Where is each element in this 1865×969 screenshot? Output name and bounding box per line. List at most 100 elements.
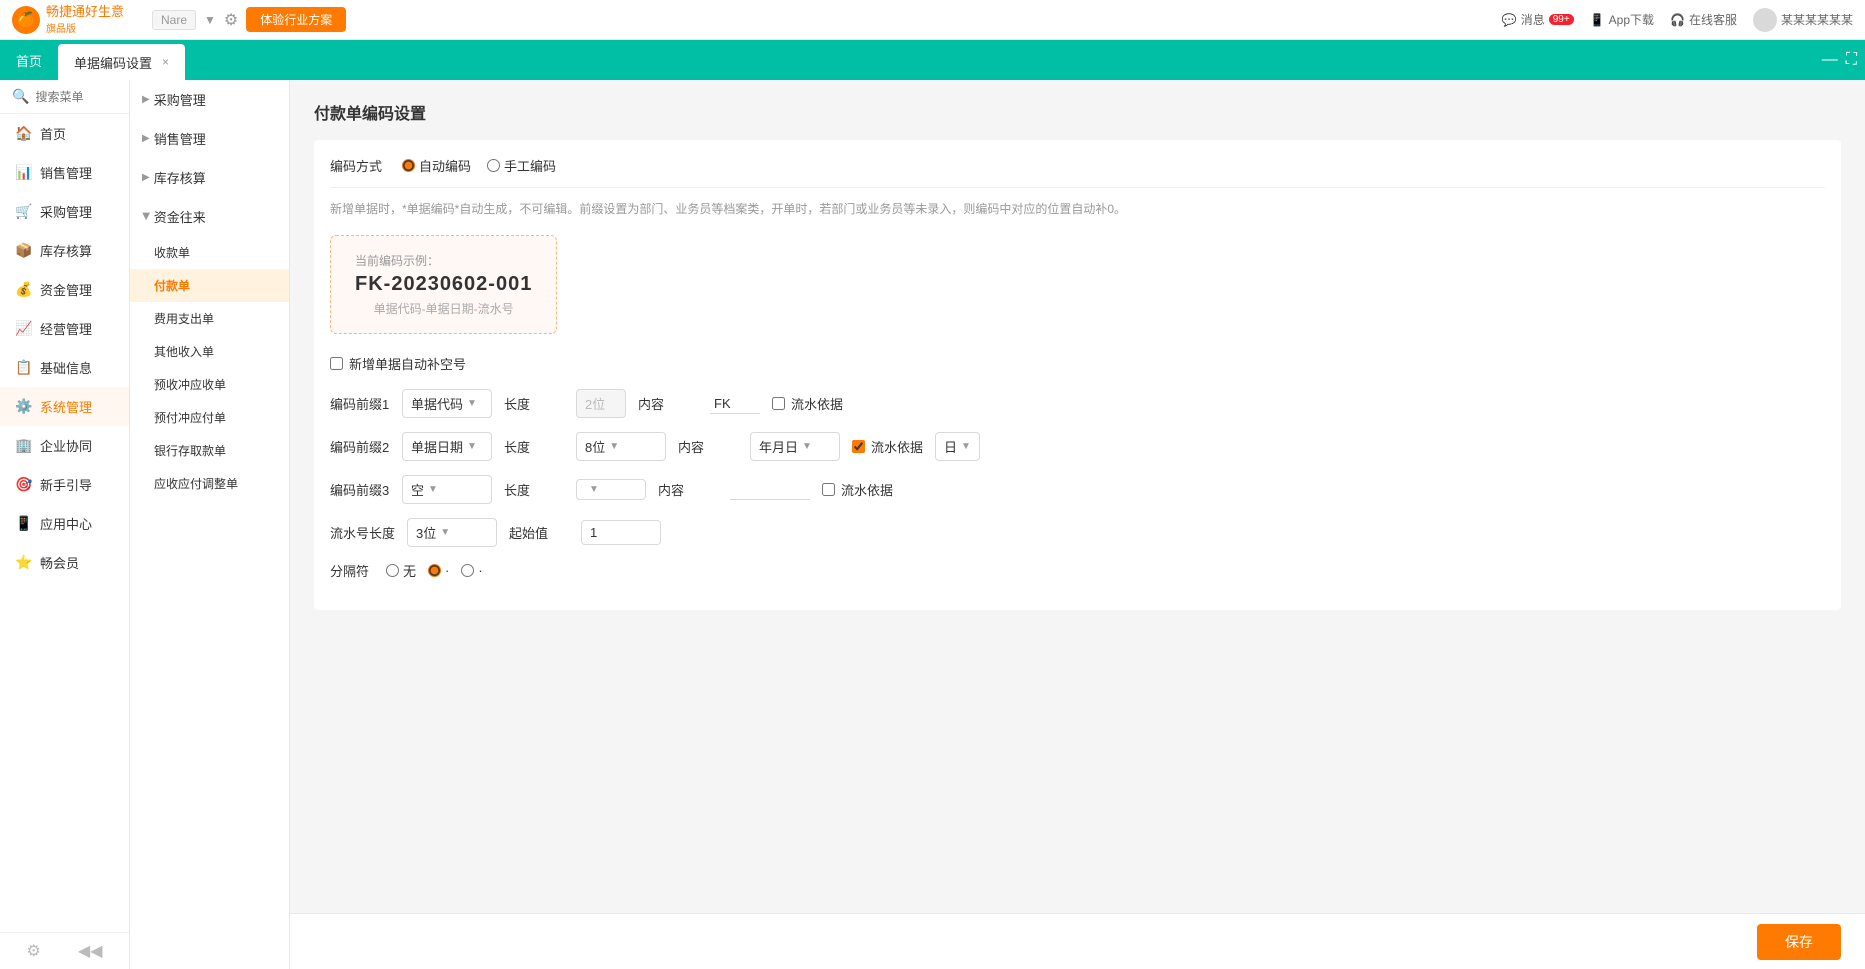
- content2-label: 内容: [678, 437, 738, 456]
- serial-length-arrow: ▼: [440, 527, 450, 538]
- sidebar-item-newbie[interactable]: 🎯 新手引导: [0, 465, 129, 504]
- manual-code-input[interactable]: [487, 159, 500, 172]
- sidebar-item-home[interactable]: 🏠 首页: [0, 114, 129, 153]
- subsidebar-item-receipt[interactable]: 收款单: [130, 236, 289, 269]
- code-example-box: 当前编码示例： FK-20230602-001 单据代码-单据日期-流水号: [330, 235, 557, 334]
- operations-icon: 📈: [16, 321, 32, 337]
- subsidebar-item-payment[interactable]: 付款单: [130, 269, 289, 302]
- subsidebar-group-sales-header[interactable]: ▶ 销售管理: [130, 119, 289, 158]
- subsidebar-item-ar-ap-adjust[interactable]: 应收应付调整单: [130, 467, 289, 500]
- serial3-checkbox[interactable]: [822, 483, 835, 496]
- serial-length-select[interactable]: 3位 ▼: [407, 518, 497, 547]
- subsidebar-group-capital-header[interactable]: ▶ 资金往来: [130, 197, 289, 236]
- sidebar-item-purchase[interactable]: 🛒 采购管理: [0, 192, 129, 231]
- serial2-checkbox[interactable]: [852, 440, 865, 453]
- message-item[interactable]: 💬 消息 99+: [1502, 11, 1574, 28]
- subsidebar-item-other-income[interactable]: 其他收入单: [130, 335, 289, 368]
- content1-input[interactable]: [710, 394, 760, 414]
- logo-subtitle: 旗品版: [46, 20, 124, 35]
- user-info[interactable]: 某某某某某某: [1753, 8, 1853, 32]
- settings-bottom-icon[interactable]: ⚙: [27, 941, 41, 961]
- day2-select[interactable]: 日 ▼: [935, 432, 980, 461]
- sidebar-item-label-system: 系统管理: [40, 397, 92, 416]
- auto-code-radio[interactable]: 自动编码: [402, 156, 471, 175]
- length1-label: 长度: [504, 394, 564, 413]
- content3-input[interactable]: [730, 480, 810, 500]
- search-input[interactable]: [35, 90, 117, 104]
- sidebar-item-enterprise[interactable]: 🏢 企业协同: [0, 426, 129, 465]
- sidebar-item-label-enterprise: 企业协同: [40, 436, 92, 455]
- serial3-check-label[interactable]: 流水依据: [822, 480, 893, 499]
- page-title: 付款单编码设置: [314, 100, 1841, 124]
- sidebar-item-label-home: 首页: [40, 124, 66, 143]
- serial1-check-label[interactable]: 流水依据: [772, 394, 843, 413]
- sep-dot-input[interactable]: [428, 564, 441, 577]
- sidebar-item-inventory[interactable]: 📦 库存核算: [0, 231, 129, 270]
- sidebar-item-finance[interactable]: 💰 资金管理: [0, 270, 129, 309]
- length2-select[interactable]: 8位 ▼: [576, 432, 666, 461]
- prefix1-select[interactable]: 单据代码 ▼: [402, 389, 492, 418]
- tab-close-icon[interactable]: ×: [162, 55, 169, 69]
- bottom-bar: 保存: [290, 913, 1865, 969]
- settings-icon[interactable]: ⚙: [224, 10, 238, 30]
- sidebar-item-system[interactable]: ⚙️ 系统管理: [0, 387, 129, 426]
- sep-dash-radio[interactable]: ·: [461, 563, 482, 578]
- encode-type-radio-group: 自动编码 手工编码: [402, 156, 556, 175]
- tab-encode-settings[interactable]: 单据编码设置 ×: [58, 44, 185, 80]
- prefix3-select[interactable]: 空 ▼: [402, 475, 492, 504]
- length3-select[interactable]: ▼: [576, 479, 646, 500]
- auto-code-input[interactable]: [402, 159, 415, 172]
- prefix2-select[interactable]: 单据日期 ▼: [402, 432, 492, 461]
- manual-code-radio[interactable]: 手工编码: [487, 156, 556, 175]
- sidebar-search-container[interactable]: 🔍: [0, 80, 129, 114]
- length3-label: 长度: [504, 480, 564, 499]
- subsidebar-group-purchase-header[interactable]: ▶ 采购管理: [130, 80, 289, 119]
- code-example-sub: 单据代码-单据日期-流水号: [355, 300, 532, 317]
- sep-none-input[interactable]: [386, 564, 399, 577]
- message-icon: 💬: [1502, 13, 1517, 27]
- search-icon: 🔍: [12, 88, 29, 105]
- sidebar-item-operations[interactable]: 📈 经营管理: [0, 309, 129, 348]
- serial-length-row: 流水号长度 3位 ▼ 起始值: [330, 518, 1825, 547]
- sidebar-item-apps[interactable]: 📱 应用中心: [0, 504, 129, 543]
- content2-select[interactable]: 年月日 ▼: [750, 432, 840, 461]
- serial1-checkbox[interactable]: [772, 397, 785, 410]
- sidebar-item-sales[interactable]: 📊 销售管理: [0, 153, 129, 192]
- auto-fill-checkbox[interactable]: [330, 357, 343, 370]
- sidebar: 🔍 🏠 首页 📊 销售管理 🛒 采购管理 📦 库存核算 💰 资金管理 📈 经营管…: [0, 80, 130, 969]
- sep-dash-input[interactable]: [461, 564, 474, 577]
- industry-btn[interactable]: 体验行业方案: [246, 7, 346, 32]
- subsidebar-item-bank-deposit[interactable]: 银行存取款单: [130, 434, 289, 467]
- app-download-item[interactable]: 📱 App下载: [1590, 11, 1654, 28]
- length1-value: 2位: [585, 397, 605, 412]
- tab-home[interactable]: 首页: [0, 40, 58, 80]
- content2-value: 年月日: [759, 437, 798, 456]
- online-service-item[interactable]: 🎧 在线客服: [1670, 11, 1737, 28]
- serial2-check-label[interactable]: 流水依据: [852, 437, 923, 456]
- subsidebar-item-advance-payable[interactable]: 预付冲应付单: [130, 401, 289, 434]
- subsidebar-item-advance-receivable[interactable]: 预收冲应收单: [130, 368, 289, 401]
- subsidebar-group-inventory-header[interactable]: ▶ 库存核算: [130, 158, 289, 197]
- sep-dot-radio[interactable]: ·: [428, 563, 449, 578]
- tab-minimize-icon[interactable]: —: [1822, 51, 1838, 69]
- sep-none-radio[interactable]: 无: [386, 561, 416, 580]
- sep-dash-label: ·: [478, 563, 482, 578]
- message-badge: 99+: [1549, 14, 1574, 25]
- sidebar-item-member[interactable]: ⭐ 畅会员: [0, 543, 129, 582]
- headset-icon: 🎧: [1670, 13, 1685, 27]
- tab-expand-icon[interactable]: ⛶: [1846, 51, 1857, 69]
- length2-value: 8位: [585, 437, 605, 456]
- collapse-icon[interactable]: ◀◀: [78, 941, 103, 961]
- save-button[interactable]: 保存: [1757, 924, 1841, 960]
- start-value-input[interactable]: [581, 520, 661, 545]
- sidebar-item-basic[interactable]: 📋 基础信息: [0, 348, 129, 387]
- subsidebar-item-expense[interactable]: 费用支出单: [130, 302, 289, 335]
- capital-group-label: 资金往来: [154, 207, 206, 226]
- breadcrumb-nav[interactable]: Nare: [152, 10, 196, 30]
- sidebar-item-label-member: 畅会员: [40, 553, 79, 572]
- sidebar-item-label-basic: 基础信息: [40, 358, 92, 377]
- length2-label: 长度: [504, 437, 564, 456]
- subsidebar-group-purchase: ▶ 采购管理: [130, 80, 289, 119]
- prefix1-label: 编码前缀1: [330, 394, 390, 413]
- enterprise-icon: 🏢: [16, 438, 32, 454]
